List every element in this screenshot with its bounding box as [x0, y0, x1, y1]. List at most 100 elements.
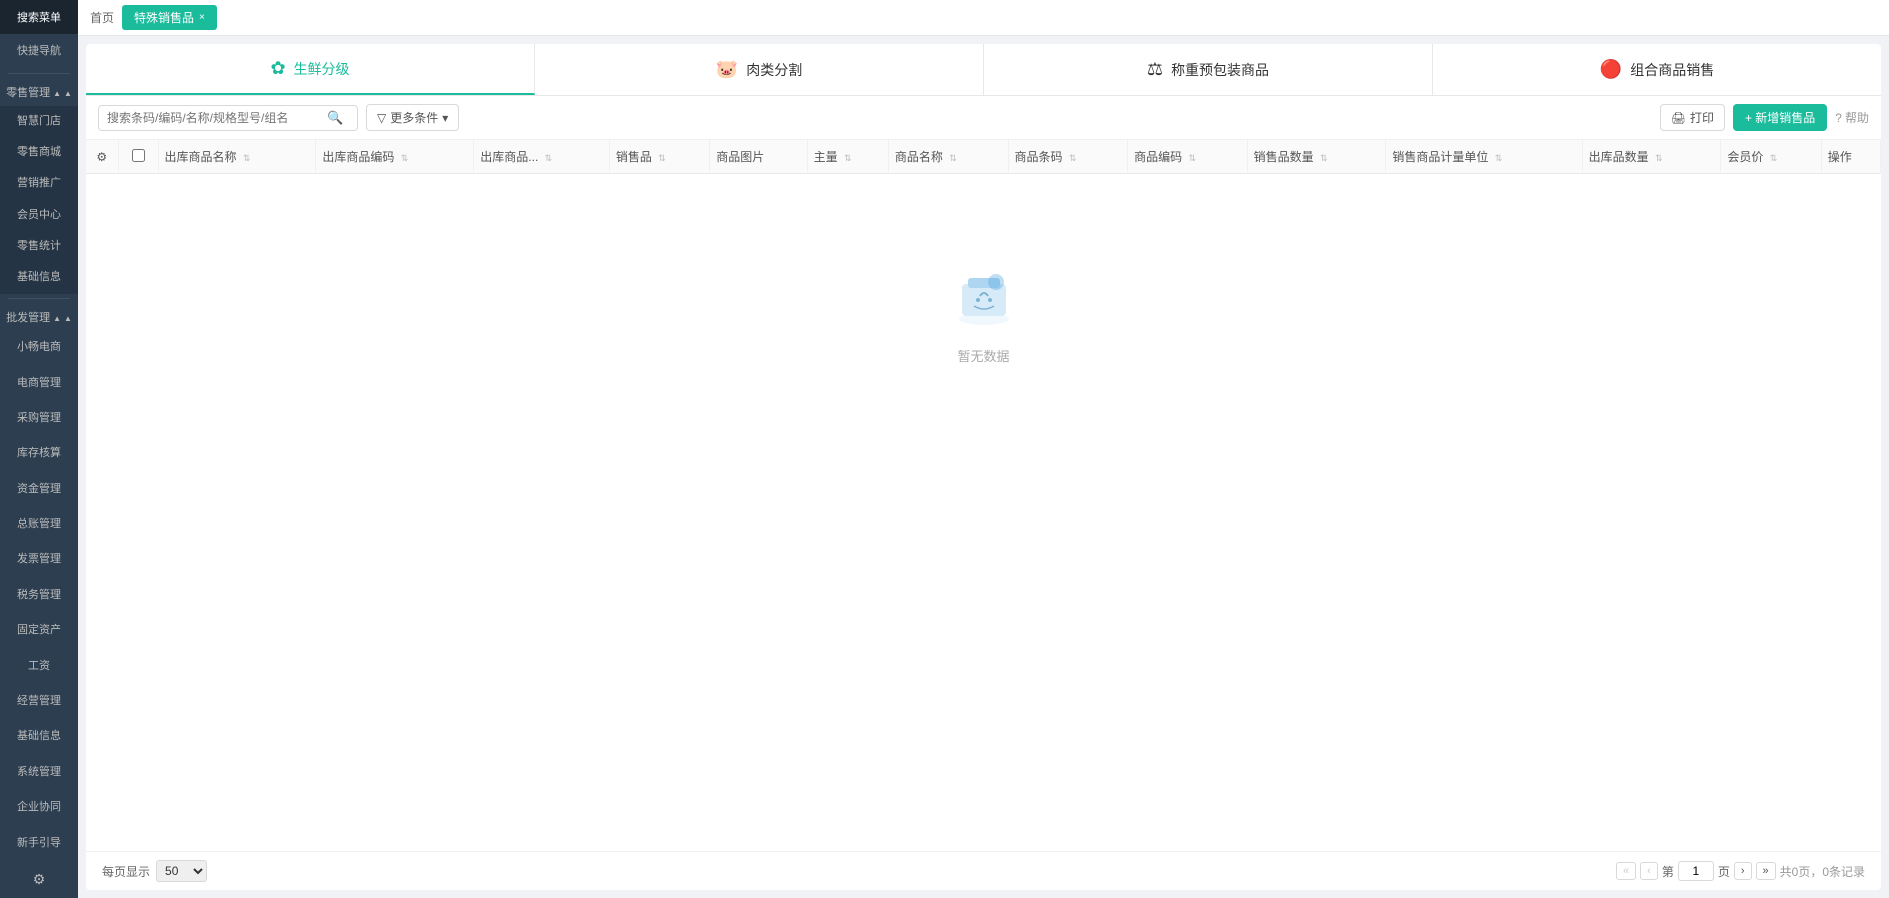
col-out-qty[interactable]: 出库品数量 ⇅	[1582, 140, 1721, 174]
empty-state-icon	[944, 254, 1024, 334]
prev-page-button[interactable]: ‹	[1640, 862, 1658, 880]
col-sale-unit[interactable]: 销售商品计量单位 ⇅	[1386, 140, 1582, 174]
sidebar-item-salary[interactable]: 工资	[0, 649, 78, 684]
col-operation: 操作	[1821, 140, 1880, 174]
sidebar-item-ecommerce-mgmt[interactable]: 电商管理	[0, 366, 78, 401]
empty-state: 暂无数据	[86, 174, 1881, 445]
sidebar-item-tax[interactable]: 税务管理	[0, 578, 78, 613]
sidebar-item-quick-nav[interactable]: 快捷导航	[0, 34, 78, 69]
sidebar-item-member[interactable]: 会员中心	[0, 200, 78, 231]
select-all-checkbox[interactable]	[132, 149, 145, 162]
sidebar-item-retail-stats[interactable]: 零售统计	[0, 231, 78, 262]
sidebar-item-basic-info-2[interactable]: 基础信息	[0, 719, 78, 754]
sidebar-item-enterprise[interactable]: 企业协同	[0, 790, 78, 825]
sidebar-item-basic-info-1[interactable]: 基础信息	[0, 262, 78, 293]
first-page-button[interactable]: «	[1616, 862, 1636, 880]
col-setting[interactable]: ⚙	[86, 140, 118, 174]
tab-weigh-label: 称重预包装商品	[1171, 60, 1269, 80]
col-item-img: 商品图片	[710, 140, 807, 174]
divider-1	[8, 73, 70, 74]
tab-fresh[interactable]: ✿ 生鲜分级	[86, 44, 535, 95]
sidebar-item-retail-mall[interactable]: 零售商城	[0, 137, 78, 168]
col-sale-item-label: 销售品	[616, 150, 652, 164]
col-operation-label: 操作	[1828, 150, 1852, 164]
col-item-code-label: 商品编码	[1134, 150, 1182, 164]
sidebar-item-smart-store[interactable]: 智慧门店	[0, 106, 78, 137]
combo-icon: 🔴	[1600, 59, 1622, 80]
search-box[interactable]: 🔍	[98, 105, 358, 131]
col-main-weight[interactable]: 主量 ⇅	[807, 140, 888, 174]
per-page-select[interactable]: 50 10 20 100	[156, 860, 207, 882]
close-tab-icon[interactable]: ×	[199, 12, 205, 23]
toolbar: 🔍 ▽ 更多条件 ▾ 🖨 打印 + 新增销售品 ? 帮助	[86, 96, 1881, 140]
sidebar-item-finance[interactable]: 资金管理	[0, 472, 78, 507]
last-page-button[interactable]: »	[1756, 862, 1776, 880]
col-out-name[interactable]: 出库商品名称 ⇅	[158, 140, 316, 174]
col-member-price[interactable]: 会员价 ⇅	[1721, 140, 1821, 174]
col-out-spec[interactable]: 出库商品... ⇅	[474, 140, 610, 174]
print-icon: 🖨	[1671, 111, 1686, 125]
wholesale-arrow-icon: ▲	[53, 313, 61, 324]
home-link[interactable]: 首页	[90, 9, 114, 26]
page-number-input[interactable]	[1678, 861, 1714, 881]
sort-out-name-icon: ⇅	[243, 153, 251, 163]
print-label: 打印	[1690, 109, 1714, 126]
col-main-weight-label: 主量	[814, 150, 838, 164]
sidebar-item-inventory[interactable]: 库存核算	[0, 436, 78, 471]
sidebar-item-system[interactable]: 系统管理	[0, 755, 78, 790]
sort-main-weight-icon: ⇅	[844, 153, 852, 163]
weigh-icon: ⚖	[1147, 59, 1163, 80]
settings-icon[interactable]: ⚙	[0, 861, 78, 898]
search-icon[interactable]: 🔍	[327, 110, 343, 126]
sort-item-code-icon: ⇅	[1188, 153, 1196, 163]
sidebar-section-retail[interactable]: 零售管理 ▲	[0, 78, 78, 105]
col-item-barcode[interactable]: 商品条码 ⇅	[1008, 140, 1128, 174]
col-member-price-label: 会员价	[1727, 150, 1763, 164]
col-out-qty-label: 出库品数量	[1589, 150, 1649, 164]
col-sale-qty[interactable]: 销售品数量 ⇅	[1247, 140, 1386, 174]
sidebar-logo[interactable]: 搜索菜单	[0, 0, 78, 34]
col-out-name-label: 出库商品名称	[165, 150, 237, 164]
filter-arrow-icon: ▾	[442, 111, 448, 125]
sort-member-price-icon: ⇅	[1770, 153, 1778, 163]
col-out-code[interactable]: 出库商品编码 ⇅	[316, 140, 474, 174]
print-button[interactable]: 🖨 打印	[1660, 104, 1725, 131]
help-button[interactable]: ? 帮助	[1835, 109, 1869, 126]
tab-combo[interactable]: 🔴 组合商品销售	[1433, 44, 1881, 95]
search-input[interactable]	[107, 111, 327, 125]
sidebar-item-fixed-assets[interactable]: 固定资产	[0, 613, 78, 648]
sort-out-spec-icon: ⇅	[545, 153, 553, 163]
meat-icon: 🐷	[716, 59, 738, 80]
main-content: 首页 特殊销售品 × ✿ 生鲜分级 🐷 肉类分割 ⚖ 称重预包装商品 🔴 组	[78, 0, 1889, 898]
retail-arrow-icon: ▲	[53, 88, 61, 99]
sidebar-section-wholesale[interactable]: 批发管理 ▲	[0, 303, 78, 330]
data-table: ⚙ 出库商品名称 ⇅ 出库商品编码 ⇅ 出库商品	[86, 140, 1881, 174]
next-page-button[interactable]: ›	[1734, 862, 1752, 880]
col-sale-unit-label: 销售商品计量单位	[1392, 150, 1488, 164]
col-item-name[interactable]: 商品名称 ⇅	[888, 140, 1008, 174]
sidebar-item-operations[interactable]: 经营管理	[0, 684, 78, 719]
col-sale-qty-label: 销售品数量	[1254, 150, 1314, 164]
table-header-row: ⚙ 出库商品名称 ⇅ 出库商品编码 ⇅ 出库商品	[86, 140, 1881, 174]
tab-meat[interactable]: 🐷 肉类分割	[535, 44, 984, 95]
col-item-code[interactable]: 商品编码 ⇅	[1128, 140, 1248, 174]
sidebar-item-ecommerce-small[interactable]: 小畅电商	[0, 330, 78, 365]
sort-sale-qty-icon: ⇅	[1320, 153, 1328, 163]
col-item-name-label: 商品名称	[895, 150, 943, 164]
sidebar-item-ledger[interactable]: 总账管理	[0, 507, 78, 542]
tab-fresh-label: 生鲜分级	[294, 59, 350, 79]
sort-item-barcode-icon: ⇅	[1069, 153, 1077, 163]
tab-meat-label: 肉类分割	[746, 60, 802, 80]
add-sale-item-button[interactable]: + 新增销售品	[1733, 104, 1827, 131]
sidebar-item-invoice[interactable]: 发票管理	[0, 542, 78, 577]
filter-button[interactable]: ▽ 更多条件 ▾	[366, 104, 459, 131]
tab-weigh[interactable]: ⚖ 称重预包装商品	[984, 44, 1433, 95]
col-sale-item[interactable]: 销售品 ⇅	[609, 140, 709, 174]
sidebar-section-retail-label: 零售管理	[6, 86, 50, 101]
category-tabs: ✿ 生鲜分级 🐷 肉类分割 ⚖ 称重预包装商品 🔴 组合商品销售	[86, 44, 1881, 96]
active-tab[interactable]: 特殊销售品 ×	[122, 5, 217, 30]
filter-label: 更多条件	[390, 109, 438, 126]
sidebar-item-purchase[interactable]: 采购管理	[0, 401, 78, 436]
sidebar-item-guide[interactable]: 新手引导	[0, 826, 78, 861]
sidebar-item-marketing[interactable]: 营销推广	[0, 168, 78, 199]
